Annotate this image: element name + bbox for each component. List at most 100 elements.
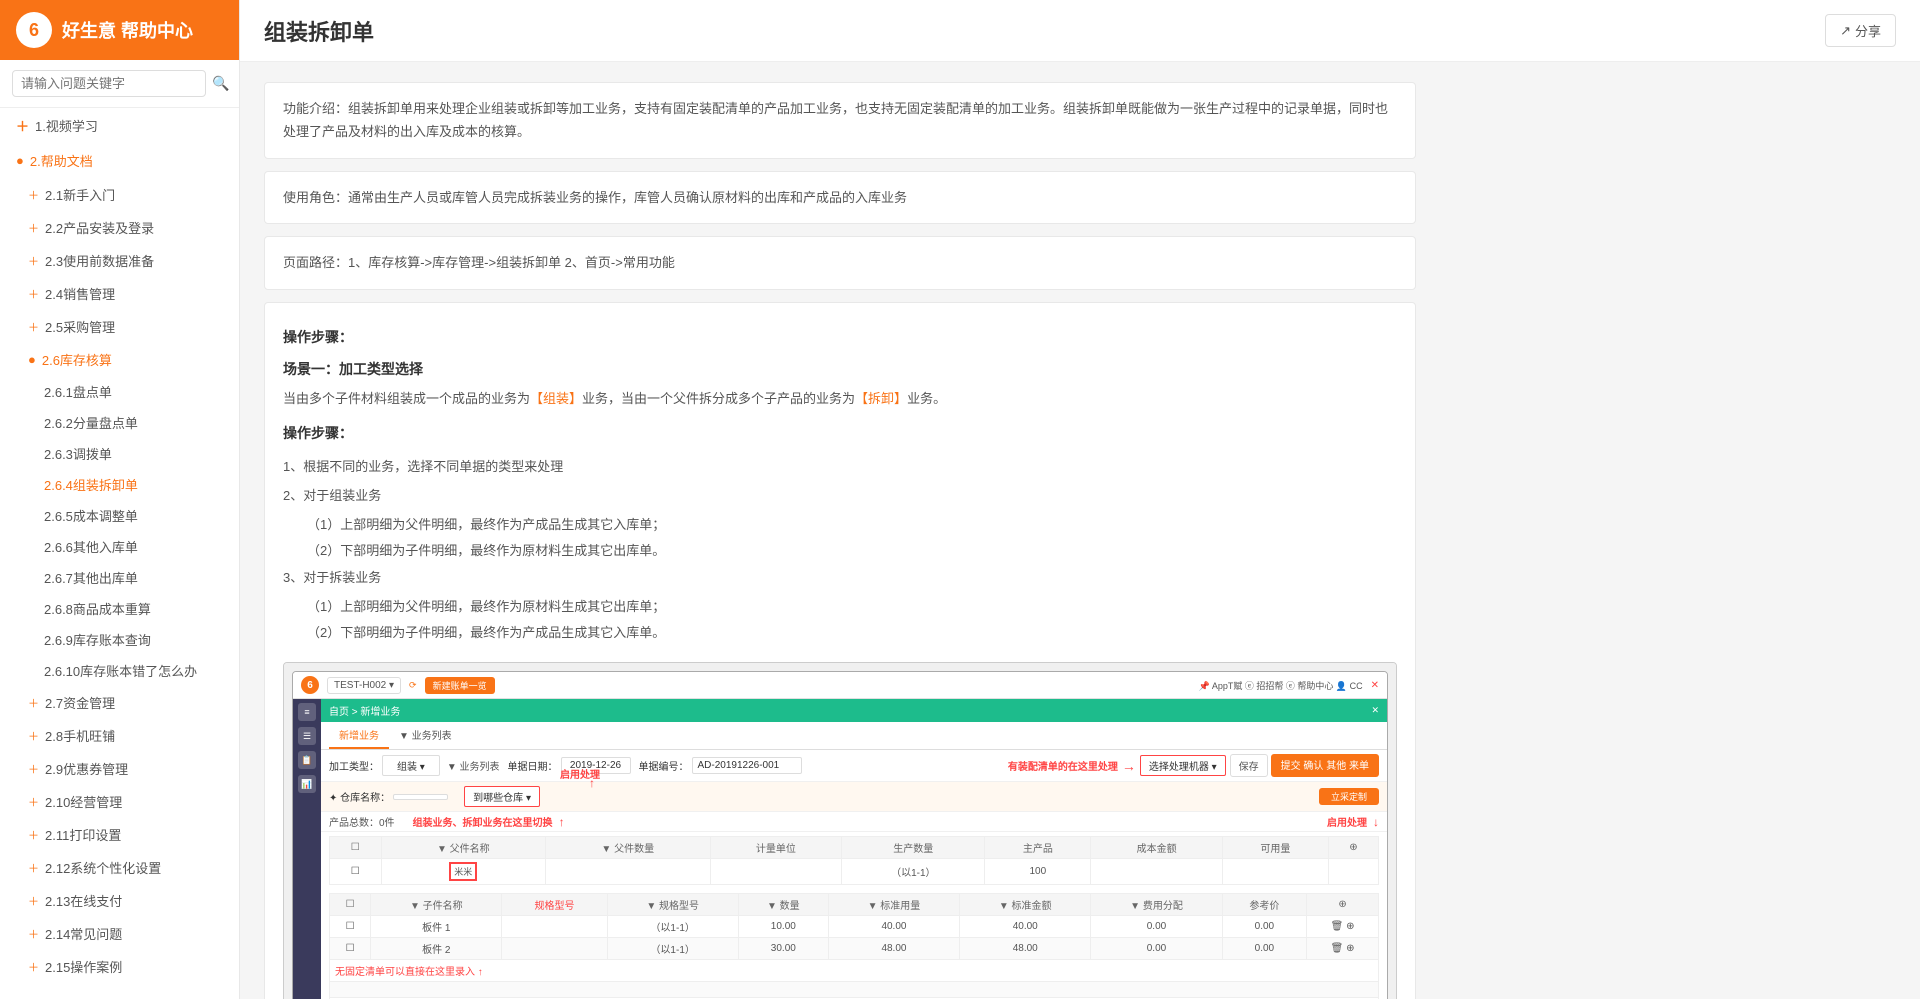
plus-icon-settings: ＋ — [28, 860, 39, 876]
th-cost: 成本金额 — [1091, 837, 1223, 859]
sidebar-item-install[interactable]: ＋ 2.2产品安装及登录 — [0, 211, 239, 244]
plus-icon-newcomer: ＋ — [28, 187, 39, 203]
tc-qty-2: （以1-1） — [607, 938, 738, 960]
sidebar-item-ops[interactable]: ＋ 2.10经营管理 — [0, 785, 239, 818]
share-label: 分享 — [1855, 21, 1881, 40]
sidebar-item-transfer[interactable]: 2.6.3调拨单 — [0, 438, 239, 469]
sidebar-label-finance: 2.7资金管理 — [45, 693, 115, 712]
sidebar-item-print[interactable]: ＋ 2.11打印设置 — [0, 818, 239, 851]
sidebar-item-sales[interactable]: ＋ 2.4销售管理 — [0, 277, 239, 310]
mock-toggle-row: 产品总数：0件 组装业务、拆卸业务在这里切换 ↑ 启用处理 ↓ — [321, 812, 1387, 832]
mock-icons-row: ⟳ — [409, 680, 417, 691]
sidebar-item-stockcount[interactable]: 2.6.1盘点单 — [0, 376, 239, 407]
mock-topbar: 6 TEST-H002 ▾ ⟳ 新建账单一览 📌 AppT赋 ⓔ 招招帮 ⓔ 帮… — [293, 672, 1387, 699]
mock-btn-save[interactable]: 保存 — [1230, 754, 1268, 777]
sidebar-label-mobile: 2.8手机旺铺 — [45, 726, 115, 745]
td-op-1 — [1328, 859, 1378, 885]
step-2: 2、对于组装业务 — [283, 484, 1397, 509]
share-button[interactable]: ↗ 分享 — [1825, 14, 1896, 47]
sidebar-item-payment[interactable]: ＋ 2.13在线支付 — [0, 884, 239, 917]
mock-topbar-icons: 📌 AppT赋 ⓔ 招招帮 ⓔ 帮助中心 👤 CC — [1199, 679, 1363, 692]
sidebar-item-inventory[interactable]: ● 2.6库存核算 — [0, 343, 239, 376]
annotation-1-container: 有装配清单的在这里处理 → 选择处理机器 ▾ 保存 提交 确认 其他 来单 — [1008, 754, 1379, 777]
mock-table-child: ☐ ▼ 子件名称 规格型号 ▼ 规格型号 ▼ 数量 ▼ 标准用量 ▼ 标准金额 — [329, 893, 1379, 999]
search-input[interactable] — [12, 70, 206, 97]
th-op2: ⊕ — [1307, 894, 1379, 916]
th-actualcost: 参考价 — [1222, 894, 1307, 916]
table-row-child-4 — [330, 982, 1379, 998]
sidebar-item-costadjust[interactable]: 2.6.5成本调整单 — [0, 500, 239, 531]
td-cost-1 — [1091, 859, 1223, 885]
annotation-text-1: 有装配清单的在这里处理 — [1008, 758, 1118, 773]
td-check-1: ☐ — [330, 859, 382, 885]
plus-icon-print: ＋ — [28, 827, 39, 843]
mock-field-warehouse: ✦ 仓库名称： — [329, 789, 448, 804]
mock-table-parent: ☐ ▼ 父件名称 ▼ 父件数量 计量单位 生产数量 主产品 成本金额 — [329, 836, 1379, 885]
sidebar-header: 6 好生意 帮助中心 — [0, 0, 239, 60]
mock-sidebar-icon-1: ≡ — [298, 703, 316, 721]
tc-check-1: ☐ — [330, 916, 371, 938]
mock-tab-new[interactable]: 新增业务 — [329, 722, 389, 749]
tc-unit-2: 30.00 — [738, 938, 828, 960]
sidebar-label-ops: 2.10经营管理 — [45, 792, 122, 811]
sidebar-item-dataprep[interactable]: ＋ 2.3使用前数据准备 — [0, 244, 239, 277]
sidebar-item-ledger[interactable]: 2.6.9库存账本查询 — [0, 624, 239, 655]
mock-label-num: 单据编号： — [639, 758, 689, 773]
step-3-1: （1）上部明细为父件明细，最终作为原材料生成其它出库单； — [283, 595, 1397, 620]
mock-new-btn[interactable]: 新建账单一览 — [425, 677, 495, 694]
tc-unit-1: 10.00 — [738, 916, 828, 938]
tc-empty-4 — [330, 982, 1379, 998]
mock-tab-list[interactable]: ▼ 业务列表 — [389, 722, 462, 749]
sidebar-item-coupon[interactable]: ＋ 2.9优惠券管理 — [0, 752, 239, 785]
operations-section: 操作步骤： 场景一：加工类型选择 当由多个子件材料组装成一个成品的业务为【组装】… — [264, 302, 1416, 999]
mock-btn-submit[interactable]: 提交 确认 其他 来单 — [1271, 754, 1379, 777]
sidebar-label-payment: 2.13在线支付 — [45, 891, 122, 910]
mock-tabs: 新增业务 ▼ 业务列表 — [321, 722, 1387, 750]
sidebar-item-mobile[interactable]: ＋ 2.8手机旺铺 — [0, 719, 239, 752]
tc-std-2: 48.00 — [828, 938, 959, 960]
sidebar-item-settings[interactable]: ＋ 2.12系统个性化设置 — [0, 851, 239, 884]
sidebar-item-partcount[interactable]: 2.6.2分量盘点单 — [0, 407, 239, 438]
highlight-assembly: 【组装】 — [530, 391, 582, 406]
mock-title-actions: ✕ — [1371, 705, 1379, 716]
mock-label-wh: ✦ 仓库名称： — [329, 789, 390, 804]
sidebar-item-newcomer[interactable]: ＋ 2.1新手入门 — [0, 178, 239, 211]
mock-label-rows: 产品总数：0件 — [329, 814, 395, 829]
mock-num-input[interactable]: AD-20191226-001 — [692, 757, 802, 774]
mock-btn-confirm[interactable]: 立采定制 — [1319, 788, 1379, 805]
sidebar-item-video[interactable]: ＋ 1.视频学习 — [0, 108, 239, 143]
sidebar-item-otheroutbound[interactable]: 2.6.7其他出库单 — [0, 562, 239, 593]
info-text-2: 使用角色：通常由生产人员或库管人员完成拆装业务的操作，库管人员确认原材料的出库和… — [283, 190, 907, 205]
mock-close-icon[interactable]: ✕ — [1371, 680, 1379, 691]
annotation-arrow-2: ↑ — [589, 776, 595, 790]
mock-warehouse-select[interactable]: 到哪些仓库 ▾ — [464, 786, 540, 807]
scenario1-title: 场景一：加工类型选择 — [283, 359, 1397, 379]
info-block-2: 使用角色：通常由生产人员或库管人员完成拆装业务的操作，库管人员确认原材料的出库和… — [264, 171, 1416, 224]
sidebar-item-otherinbound[interactable]: 2.6.6其他入库单 — [0, 531, 239, 562]
mock-title-text: 自页 > 新增业务 — [329, 703, 400, 718]
sidebar-label-cases: 2.15操作案例 — [45, 957, 122, 976]
step-2-1: （1）上部明细为父件明细，最终作为产成品生成其它入库单； — [283, 513, 1397, 538]
sidebar-item-ledgererror[interactable]: 2.6.10库存账本错了怎么办 — [0, 655, 239, 686]
sidebar-item-finance[interactable]: ＋ 2.7资金管理 — [0, 686, 239, 719]
sidebar-item-cases[interactable]: ＋ 2.15操作案例 — [0, 950, 239, 983]
sidebar-item-purchase[interactable]: ＋ 2.5采购管理 — [0, 310, 239, 343]
plus-icon-dataprep: ＋ — [28, 253, 39, 269]
mock-type-select[interactable]: 组装 ▾ — [382, 755, 440, 776]
mock-parentname-input[interactable]: 米米 — [449, 862, 477, 881]
mock-label-type2: ▼ 业务列表 — [447, 758, 500, 773]
mock-wh-input[interactable] — [393, 794, 448, 800]
sidebar-item-faq[interactable]: ＋ 2.14常见问题 — [0, 917, 239, 950]
sidebar-item-docs[interactable]: ● 2.帮助文档 — [0, 143, 239, 178]
sidebar-item-assembly[interactable]: 2.6.4组装拆卸单 — [0, 469, 239, 500]
step-2-2: （2）下部明细为子件明细，最终作为原材料生成其它出库单。 — [283, 539, 1397, 564]
search-icon[interactable]: 🔍 — [212, 75, 229, 92]
plus-icon-sales: ＋ — [28, 286, 39, 302]
sidebar-label-newcomer: 2.1新手入门 — [45, 185, 115, 204]
table-row-child-2: ☐ 板件 2 （以1-1） 30.00 48.00 48.00 — [330, 938, 1379, 960]
sidebar-item-costrecalc[interactable]: 2.6.8商品成本重算 — [0, 593, 239, 624]
mock-process-btn[interactable]: 选择处理机器 ▾ — [1140, 755, 1226, 776]
mock-sidebar-icon-4: 📊 — [298, 775, 316, 793]
td-qty-1 — [710, 859, 842, 885]
mock-sidebar-icon-2: ☰ — [298, 727, 316, 745]
